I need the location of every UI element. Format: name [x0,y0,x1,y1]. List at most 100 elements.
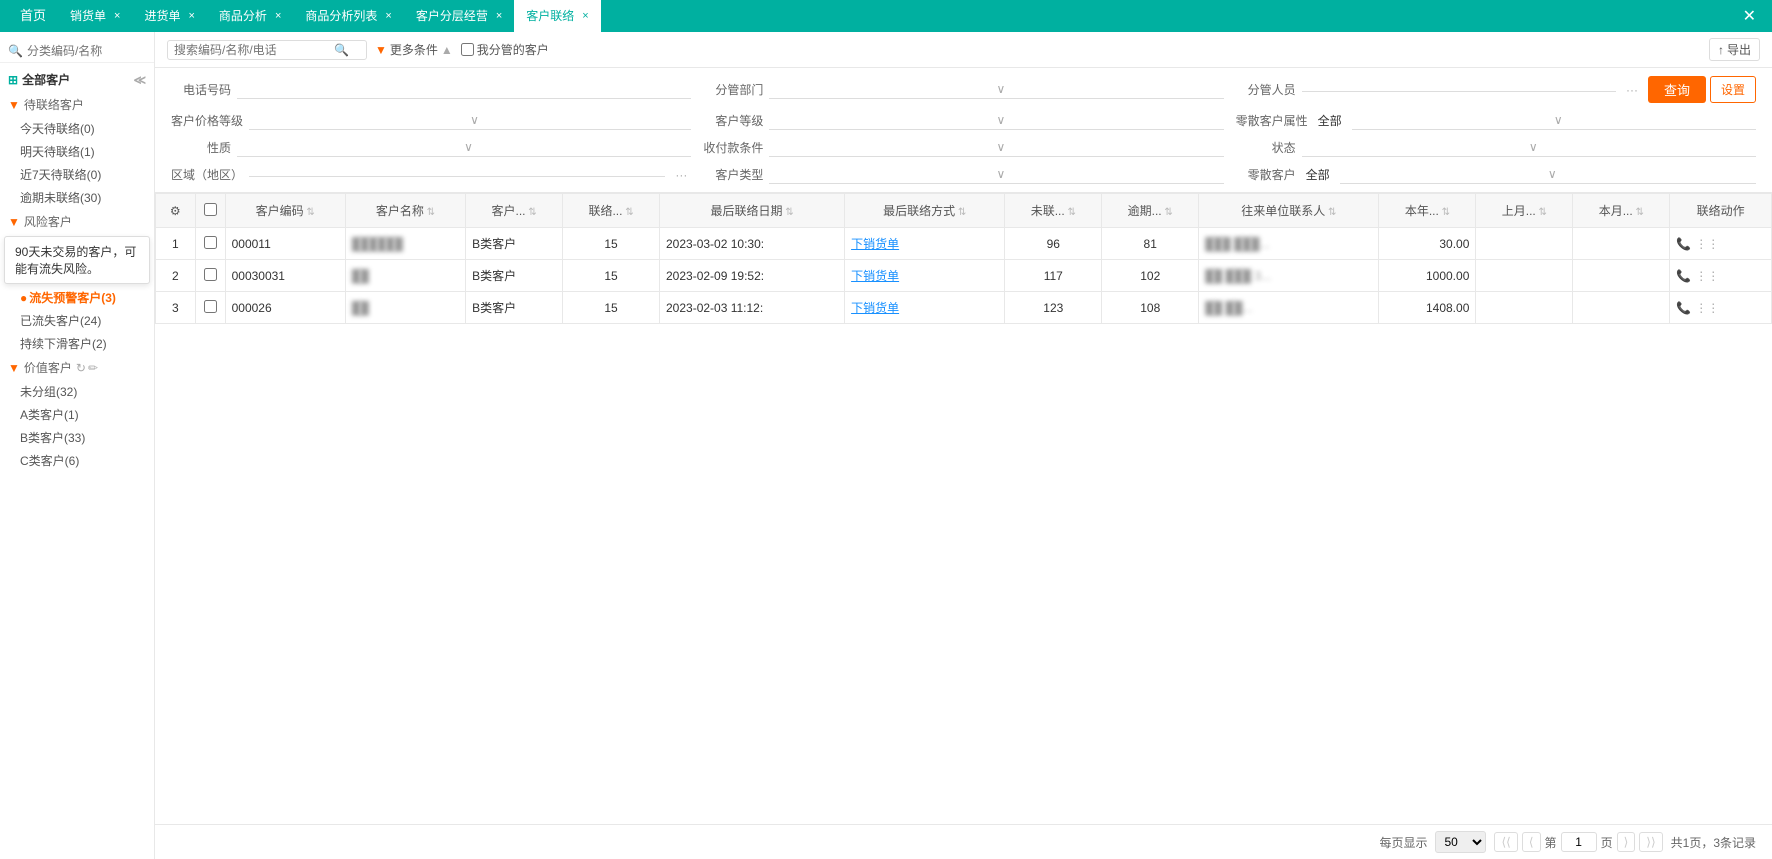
row-thismonth-1 [1573,260,1670,292]
edit-value-icon[interactable]: ✏ [88,361,98,375]
row-num-2: 3 [156,292,196,324]
filter-region-more[interactable]: ··· [671,168,691,182]
filter-dept-select[interactable]: ∨ [769,80,1223,99]
sidebar-item-today[interactable]: 今天待联络(0) [0,117,154,140]
export-button[interactable]: ↑ 导出 [1709,38,1760,61]
col-header-contact[interactable]: 联络... [563,194,660,228]
search-icon[interactable]: 🔍 [334,43,349,57]
col-header-lastmethod[interactable]: 最后联络方式 [845,194,1005,228]
sidebar-root-header[interactable]: ⊞ 全部客户 ≪ [0,67,154,92]
page-number-input[interactable] [1561,832,1597,852]
setting-button[interactable]: 设置 [1710,76,1756,103]
filter-price-grade-label: 客户价格等级 [171,112,243,129]
sidebar-search-icon: 🔍 [8,44,23,58]
close-purchase-tab[interactable]: × [188,0,194,32]
sidebar-item-c-class[interactable]: C类客户(6) [0,449,154,472]
action-more-1[interactable]: ⋮⋮ [1695,269,1719,283]
action-phone-2[interactable]: 📞 [1676,301,1691,315]
row-lastmonth-1 [1476,260,1573,292]
close-sales-tab[interactable]: × [114,0,120,32]
col-header-lastmonth[interactable]: 上月... [1476,194,1573,228]
my-customers-label[interactable]: 我分管的客户 [461,41,549,58]
filter-retail-customer-select[interactable]: ∨ [1340,165,1756,184]
query-button[interactable]: 查询 [1648,76,1706,103]
nav-tab-customer-contact[interactable]: 客户联络 × [514,0,600,32]
action-more-2[interactable]: ⋮⋮ [1695,301,1719,315]
sidebar-item-churned[interactable]: 已流失客户(24) [0,309,154,332]
nav-tab-purchase[interactable]: 进货单 × [132,0,206,32]
row-checkbox-0[interactable] [195,228,225,260]
sidebar-section-risk[interactable]: ▼ 风险客户 [0,209,154,234]
filter-customer-grade-select[interactable]: ∨ [769,111,1223,130]
next-page-button[interactable]: ⟩ [1617,832,1636,852]
window-close-button[interactable]: ✕ [1735,6,1764,26]
filter-retail-attr-label: 零散客户属性 [1236,112,1308,129]
row-lastmethod-1[interactable]: 下销货单 [845,260,1005,292]
sidebar-item-a-class[interactable]: A类客户(1) [0,403,154,426]
sidebar-search-input[interactable] [27,44,146,58]
table-area: ⚙ 客户编码 客户名称 客户... 联络... 最后联络日期 最后联络方式 未联… [155,193,1772,824]
last-page-button[interactable]: ⟩⟩ [1639,832,1662,852]
refresh-value-icon[interactable]: ↻ [76,361,86,375]
sidebar-item-declining[interactable]: 持续下滑客户(2) [0,332,154,355]
col-header-type[interactable]: 客户... [466,194,563,228]
filter-status-select[interactable]: ∨ [1302,138,1756,157]
sidebar-item-b-class[interactable]: B类客户(33) [0,426,154,449]
search-input[interactable] [174,43,334,57]
close-customer-contact-tab[interactable]: × [582,0,588,32]
close-analysis-list-tab[interactable]: × [385,0,391,32]
total-info: 共1页，3条记录 [1671,834,1756,851]
sidebar-section-pending[interactable]: ▼ 待联络客户 [0,92,154,117]
filter-person-more[interactable]: ··· [1622,83,1642,97]
sidebar-item-overdue[interactable]: 逾期未联络(30) [0,186,154,209]
sidebar-item-tomorrow[interactable]: 明天待联络(1) [0,140,154,163]
close-customer-tier-tab[interactable]: × [496,0,502,32]
action-phone-0[interactable]: 📞 [1676,237,1691,251]
filter-nature-select[interactable]: ∨ [237,138,691,157]
col-header-lastdate[interactable]: 最后联络日期 [660,194,845,228]
sidebar-item-7days[interactable]: 近7天待联络(0) [0,163,154,186]
filter-toggle[interactable]: ▼ 更多条件 ▲ [375,41,453,58]
sidebar-item-ungrouped[interactable]: 未分组(32) [0,380,154,403]
action-more-0[interactable]: ⋮⋮ [1695,237,1719,251]
filter-row-2: 客户价格等级 ∨ 客户等级 ∨ 零散客户属性 全部 [171,111,1756,130]
page-size-select[interactable]: 20 50 100 [1435,831,1486,853]
filter-customer-type-select[interactable]: ∨ [769,165,1223,184]
filter-retail-attr-select[interactable]: ∨ [1352,111,1756,130]
col-header-uncontacted[interactable]: 未联... [1005,194,1102,228]
settings-col-header[interactable]: ⚙ [156,194,196,228]
my-customers-checkbox[interactable] [461,43,474,56]
action-phone-1[interactable]: 📞 [1676,269,1691,283]
row-checkbox-2[interactable] [195,292,225,324]
page-total-label: 页 [1601,834,1613,851]
sidebar-section-value[interactable]: ▼ 价值客户 ↻ ✏ [0,355,154,380]
row-checkbox-1[interactable] [195,260,225,292]
select-all-checkbox[interactable] [204,203,217,216]
filter-status: 状态 ∨ [1236,138,1756,157]
filter-person-select[interactable] [1302,87,1616,92]
filter-payment-select[interactable]: ∨ [769,138,1223,157]
col-header-name[interactable]: 客户名称 [345,194,465,228]
row-lastmethod-2[interactable]: 下销货单 [845,292,1005,324]
filter-region-select[interactable] [249,172,665,177]
row-lastmethod-0[interactable]: 下销货单 [845,228,1005,260]
col-header-thismonth[interactable]: 本月... [1573,194,1670,228]
col-header-thisyear[interactable]: 本年... [1379,194,1476,228]
nav-tab-analysis-list[interactable]: 商品分析列表 × [293,0,403,32]
checkbox-col-header[interactable] [195,194,225,228]
nav-tab-analysis[interactable]: 商品分析 × [207,0,293,32]
nav-tab-sales[interactable]: 销货单 × [58,0,132,32]
col-header-overdue[interactable]: 逾期... [1102,194,1199,228]
col-header-code[interactable]: 客户编码 [225,194,345,228]
nav-tab-home[interactable]: 首页 [8,0,58,32]
filter-price-grade-select[interactable]: ∨ [249,111,691,130]
close-analysis-tab[interactable]: × [275,0,281,32]
prev-page-button[interactable]: ⟨ [1522,832,1541,852]
sidebar-item-churn-warning[interactable]: ● 流失预警客户(3) [0,286,154,309]
col-header-contactperson[interactable]: 往来单位联系人 [1199,194,1379,228]
nav-tab-customer-tier[interactable]: 客户分层经营 × [404,0,514,32]
filter-nature: 性质 ∨ [171,138,691,157]
filter-region-label: 区域（地区） [171,166,243,183]
first-page-button[interactable]: ⟨⟨ [1494,832,1517,852]
filter-phone-input[interactable] [237,80,691,99]
